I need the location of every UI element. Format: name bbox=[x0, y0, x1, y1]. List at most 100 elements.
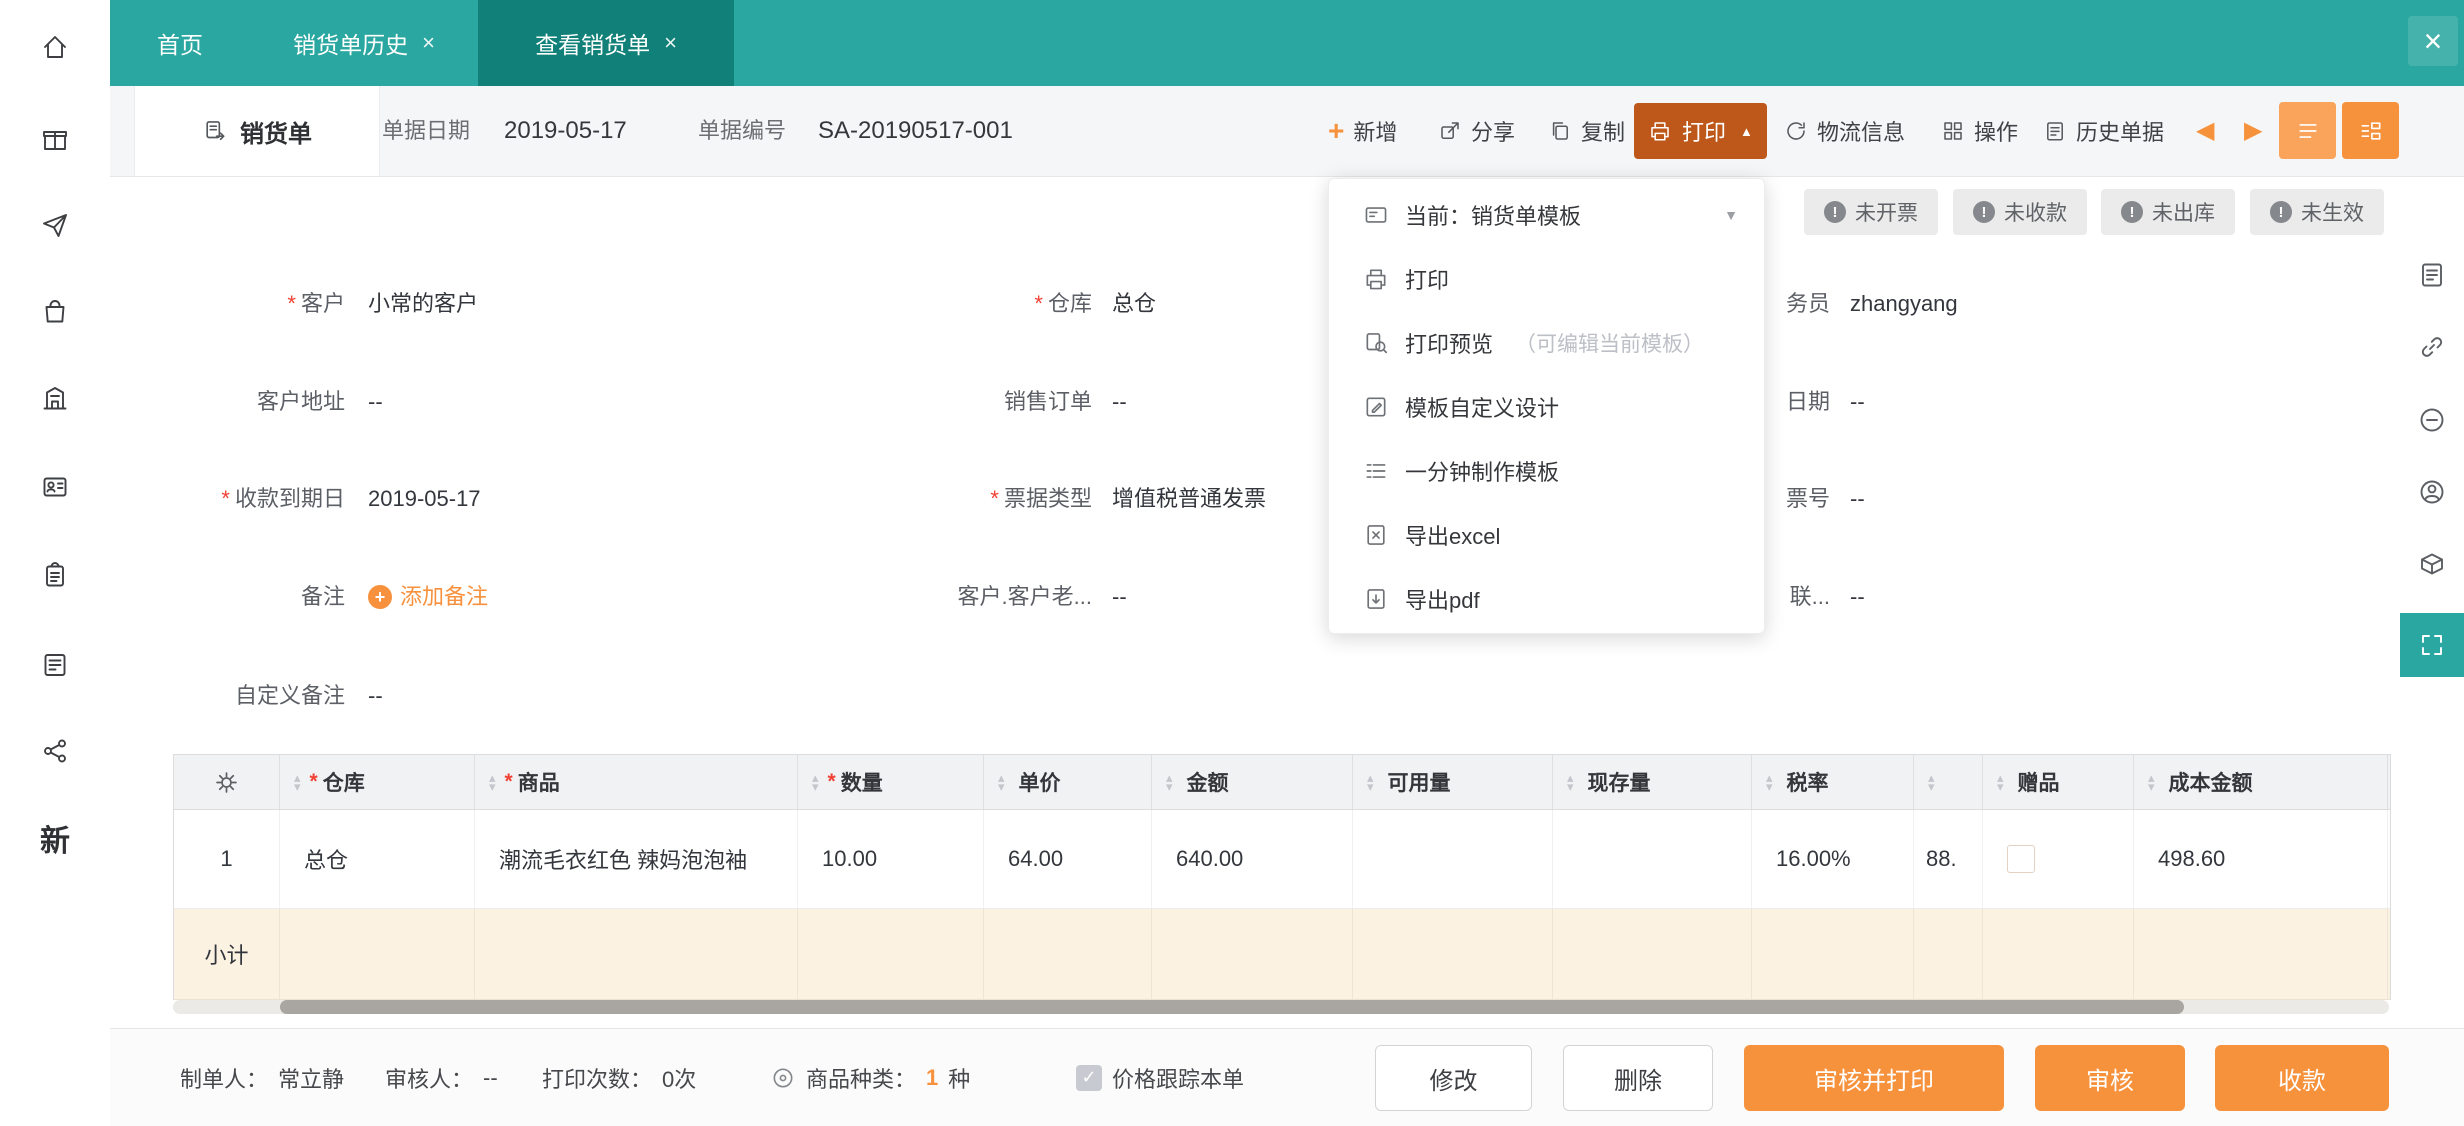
menu-item-current-template[interactable]: 当前：销货单模板 ▼ bbox=[1329, 183, 1764, 247]
close-icon: × bbox=[2423, 22, 2443, 59]
modify-button[interactable]: 修改 bbox=[1375, 1045, 1532, 1111]
field-value-customer: 小常的客户 bbox=[368, 291, 479, 316]
col-header-tax-rate[interactable]: ▴ ▾ 税率 bbox=[1752, 755, 1914, 809]
operations-button[interactable]: 操作 bbox=[1941, 86, 2018, 176]
doc-type-tab[interactable]: 销货单 bbox=[134, 86, 380, 176]
col-header-unit-price[interactable]: ▴ ▾ 单价 bbox=[984, 755, 1152, 809]
add-remark-button[interactable]: + 添加备注 bbox=[368, 580, 488, 614]
sidebar-item-share[interactable] bbox=[28, 729, 82, 773]
document-toolbar: 销货单 单据日期 2019-05-17 单据编号 SA-20190517-001… bbox=[110, 86, 2464, 177]
sidebar-item-reports[interactable] bbox=[28, 643, 82, 687]
field-label-customer: * 客户 bbox=[287, 291, 345, 316]
id-card-icon bbox=[40, 472, 70, 502]
audit-button[interactable]: 审核 bbox=[2035, 1045, 2185, 1111]
design-icon bbox=[1363, 394, 1389, 420]
sort-icon[interactable]: ▴ ▾ bbox=[998, 771, 1005, 793]
rail-link-button[interactable] bbox=[2417, 332, 2447, 362]
col-header-amount[interactable]: ▴ ▾ 金额 bbox=[1152, 755, 1353, 809]
col-header-warehouse[interactable]: ▴ ▾ * 仓库 bbox=[280, 755, 475, 809]
field-value-invoice-type: 增值税普通发票 bbox=[1112, 486, 1267, 511]
checkbox-checked-icon[interactable]: ✓ bbox=[1076, 1064, 1102, 1091]
sort-icon[interactable]: ▴ ▾ bbox=[1567, 771, 1574, 793]
caret-down-icon[interactable]: ▼ bbox=[1724, 207, 1738, 223]
menu-item-print[interactable]: 打印 bbox=[1329, 247, 1764, 311]
col-header-product[interactable]: ▴ ▾ * 商品 bbox=[475, 755, 798, 809]
close-tab-icon[interactable]: × bbox=[422, 30, 435, 56]
col-header-gift[interactable]: ▴ ▾ 赠品 bbox=[1983, 755, 2134, 809]
field-value-salesperson: zhangyang bbox=[1850, 291, 1958, 316]
sidebar-item-gift[interactable] bbox=[28, 117, 82, 161]
caret-up-icon[interactable]: ▲ bbox=[1740, 124, 1753, 139]
scrollbar-thumb[interactable] bbox=[280, 1000, 2184, 1014]
rail-circle-minus-button[interactable] bbox=[2417, 405, 2447, 435]
print-button[interactable]: 打印 ▲ bbox=[1634, 103, 1767, 159]
sidebar-item-purchase[interactable] bbox=[28, 289, 82, 333]
table-row: 1 总仓 潮流毛衣红色 辣妈泡泡袖 10.00 64.00 640.00 16.… bbox=[174, 810, 2390, 909]
menu-item-template-design[interactable]: 模板自定义设计 bbox=[1329, 375, 1764, 439]
sort-icon[interactable]: ▴ ▾ bbox=[2148, 771, 2155, 793]
sku-unit: 种 bbox=[948, 1066, 971, 1092]
col-header-extra[interactable]: ▴ ▾ bbox=[1914, 755, 1983, 809]
badge-label: 未收款 bbox=[2004, 202, 2067, 225]
col-header-available[interactable]: ▴ ▾ 可用量 bbox=[1353, 755, 1553, 809]
tab-home[interactable]: 首页 bbox=[110, 0, 250, 86]
gift-checkbox[interactable] bbox=[2007, 845, 2035, 873]
close-tab-icon[interactable]: × bbox=[664, 30, 677, 56]
col-header-cost-amount[interactable]: ▴ ▾ 成本金额 bbox=[2134, 755, 2388, 809]
rail-package-button[interactable] bbox=[2417, 549, 2447, 579]
column-settings-button[interactable] bbox=[174, 755, 280, 809]
sort-icon[interactable]: ▴ ▾ bbox=[1928, 771, 1935, 793]
tab-view-sales-order[interactable]: 查看销货单 × bbox=[478, 0, 734, 86]
menu-item-quick-template[interactable]: 一分钟制作模板 bbox=[1329, 439, 1764, 503]
reviewer-label: 审核人： bbox=[385, 1066, 474, 1092]
cell-available bbox=[1353, 810, 1553, 908]
share-button[interactable]: 分享 bbox=[1438, 86, 1515, 176]
prev-doc-icon[interactable]: ◀ bbox=[2196, 86, 2214, 176]
delete-button[interactable]: 删除 bbox=[1563, 1045, 1713, 1111]
badge-label: 未开票 bbox=[1855, 202, 1918, 225]
tab-sales-history[interactable]: 销货单历史 × bbox=[250, 0, 478, 86]
sidebar-item-home[interactable] bbox=[28, 25, 82, 69]
sort-icon[interactable]: ▴ ▾ bbox=[294, 771, 301, 793]
add-label: 新增 bbox=[1353, 120, 1398, 145]
sort-icon[interactable]: ▴ ▾ bbox=[1166, 771, 1173, 793]
menu-item-export-pdf[interactable]: 导出pdf bbox=[1329, 567, 1764, 631]
audit-and-print-button[interactable]: 审核并打印 bbox=[1744, 1045, 2004, 1111]
menu-item-print-preview[interactable]: 打印预览 （可编辑当前模板） bbox=[1329, 311, 1764, 375]
col-header-quantity[interactable]: ▴ ▾ * 数量 bbox=[798, 755, 984, 809]
menu-item-export-excel[interactable]: 导出excel bbox=[1329, 503, 1764, 567]
history-docs-button[interactable]: 历史单据 bbox=[2043, 86, 2164, 176]
receive-payment-button[interactable]: 收款 bbox=[2215, 1045, 2389, 1111]
field-value-date: -- bbox=[1850, 389, 1865, 414]
sort-icon[interactable]: ▴ ▾ bbox=[1766, 771, 1773, 793]
sidebar-item-warehouse[interactable] bbox=[28, 376, 82, 420]
package-icon bbox=[2417, 549, 2447, 579]
close-window-button[interactable]: × bbox=[2408, 16, 2458, 66]
sidebar-item-orders[interactable] bbox=[28, 553, 82, 597]
exclamation-icon: ! bbox=[1824, 201, 1846, 223]
sidebar-item-new[interactable]: 新 bbox=[28, 816, 82, 860]
list-view-toggle[interactable] bbox=[2279, 102, 2336, 159]
card-view-toggle[interactable] bbox=[2342, 102, 2399, 159]
current-template-label: 当前：销货单模板 bbox=[1405, 204, 1582, 229]
rail-form-button[interactable] bbox=[2417, 260, 2447, 290]
rail-expand-button[interactable] bbox=[2400, 613, 2464, 677]
add-button[interactable]: + 新增 bbox=[1328, 86, 1397, 176]
horizontal-scrollbar[interactable] bbox=[173, 1000, 2389, 1014]
rail-user-button[interactable] bbox=[2417, 477, 2447, 507]
copy-button[interactable]: 复制 bbox=[1548, 86, 1625, 176]
field-label-sales-order: 销售订单 bbox=[1003, 389, 1092, 414]
next-doc-icon[interactable]: ▶ bbox=[2244, 86, 2262, 176]
sku-label: 商品种类： bbox=[806, 1066, 917, 1092]
col-header-stock[interactable]: ▴ ▾ 现存量 bbox=[1553, 755, 1752, 809]
sort-icon[interactable]: ▴ ▾ bbox=[812, 771, 819, 793]
sidebar-item-send[interactable] bbox=[28, 203, 82, 247]
sort-icon[interactable]: ▴ ▾ bbox=[1367, 771, 1374, 793]
required-asterisk: * bbox=[287, 291, 296, 316]
logistics-icon bbox=[1784, 119, 1808, 143]
sidebar-item-customer[interactable] bbox=[28, 465, 82, 509]
price-track-option[interactable]: ✓ 价格跟踪本单 bbox=[1076, 1029, 1244, 1126]
sort-icon[interactable]: ▴ ▾ bbox=[489, 771, 496, 793]
logistics-button[interactable]: 物流信息 bbox=[1784, 86, 1905, 176]
sort-icon[interactable]: ▴ ▾ bbox=[1997, 771, 2004, 793]
